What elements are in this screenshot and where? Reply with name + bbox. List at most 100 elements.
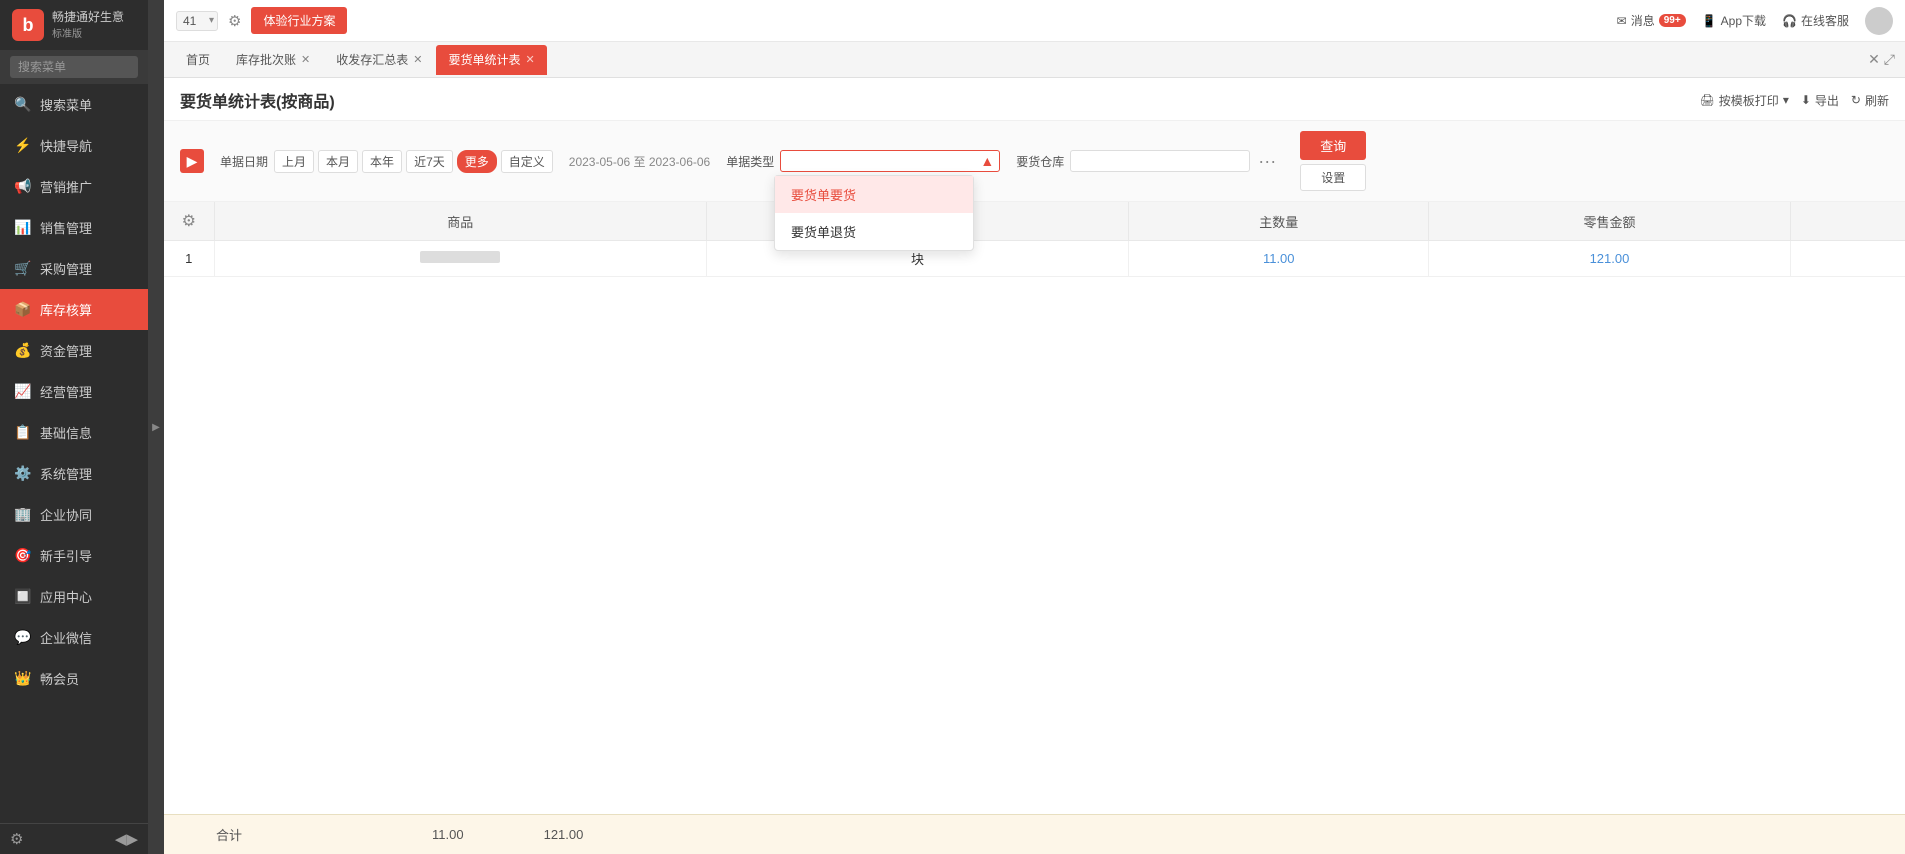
nav-icon-guide: 🎯	[14, 547, 32, 564]
tab-收发存汇总表[interactable]: 收发存汇总表✕	[324, 45, 434, 75]
cell-amount[interactable]: 121.00	[1429, 241, 1790, 277]
sidebar-item-guide[interactable]: 🎯 新手引导	[0, 535, 148, 576]
date-range-display: 2023-05-06 至 2023-06-06	[569, 153, 710, 170]
close-all-icon[interactable]: ✕	[1868, 51, 1880, 68]
tab-close-icon[interactable]: ✕	[301, 53, 310, 66]
sidebar-item-enterprise[interactable]: 🏢 企业协同	[0, 494, 148, 535]
messages-label: 消息	[1631, 12, 1655, 29]
footer-amount-total: 121.00	[494, 827, 584, 842]
sidebar-item-finance[interactable]: 💰 资金管理	[0, 330, 148, 371]
nav-label-quick-nav: 快捷导航	[40, 136, 92, 155]
sidebar-item-wx[interactable]: 💬 企业微信	[0, 617, 148, 658]
print-button[interactable]: 🖨 按模板打印 ▾	[1700, 92, 1789, 109]
tab-label: 要货单统计表	[448, 51, 520, 68]
sidebar-logo: b 畅捷通好生意 标准版	[0, 0, 148, 50]
sidebar-item-search[interactable]: 🔍 搜索菜单	[0, 84, 148, 125]
store-selector[interactable]: 41 ▾	[176, 11, 218, 31]
refresh-button[interactable]: ↻ 刷新	[1851, 92, 1889, 109]
this-year-btn[interactable]: 本年	[362, 150, 402, 173]
collapse-icon[interactable]: ◀▶	[115, 830, 138, 848]
sidebar-item-inventory[interactable]: 📦 库存核算	[0, 289, 148, 330]
sidebar-search-wrapper	[0, 50, 148, 84]
sidebar-item-purchase[interactable]: 🛒 采购管理	[0, 248, 148, 289]
more-dates-btn[interactable]: 更多	[457, 150, 497, 173]
online-service-action[interactable]: 🎧 在线客服	[1782, 12, 1849, 29]
filter-bar: ▶ 单据日期 上月 本月 本年 近7天 更多 自定义 2023-05-06 至 …	[164, 121, 1905, 202]
tab-close-icon[interactable]: ✕	[526, 53, 535, 66]
dropdown-item[interactable]: 要货单要货	[775, 176, 973, 213]
expand-tabs-icon[interactable]: ⤢	[1884, 51, 1895, 68]
sidebar-scroll[interactable]: ▶	[148, 0, 164, 854]
warehouse-label: 要货仓库	[1016, 153, 1064, 170]
nav-label-wx: 企业微信	[40, 628, 92, 647]
tab-close-icon[interactable]: ✕	[413, 53, 422, 66]
nav-label-purchase: 采购管理	[40, 259, 92, 278]
messages-action[interactable]: ✉ 消息 99+	[1617, 12, 1686, 29]
this-month-btn[interactable]: 本月	[318, 150, 358, 173]
sidebar-item-sales[interactable]: 📊 销售管理	[0, 207, 148, 248]
trial-button[interactable]: 体验行业方案	[251, 7, 347, 34]
table-body: 1 块 11.00 121.00	[164, 241, 1905, 277]
tabs-right-controls[interactable]: ✕ ⤢	[1868, 51, 1895, 68]
query-button[interactable]: 查询	[1300, 131, 1366, 160]
nav-label-inventory: 库存核算	[40, 300, 92, 319]
cell-seq: 1	[164, 241, 214, 277]
user-avatar[interactable]	[1865, 7, 1893, 35]
nav-label-marketing: 营销推广	[40, 177, 92, 196]
type-filter-group: 单据类型 ▲	[726, 150, 1000, 172]
sidebar-item-marketing[interactable]: 📢 营销推广	[0, 166, 148, 207]
dropdown-item[interactable]: 要货单退货	[775, 213, 973, 250]
refresh-label: 刷新	[1865, 92, 1889, 109]
col-product-header: 商品	[214, 202, 706, 241]
table-row: 1 块 11.00 121.00	[164, 241, 1905, 277]
sidebar-item-operation[interactable]: 📈 经营管理	[0, 371, 148, 412]
sidebar-nav: 🔍 搜索菜单 ⚡ 快捷导航 📢 营销推广 📊 销售管理 🛒 采购管理 📦 库存核…	[0, 84, 148, 823]
store-select[interactable]: 41	[176, 11, 218, 31]
export-icon: ⬇	[1801, 93, 1811, 107]
phone-icon: 📱	[1702, 14, 1717, 28]
table-footer: 合计 11.00 121.00	[164, 814, 1905, 854]
custom-date-btn[interactable]: 自定义	[501, 150, 553, 173]
last-month-btn[interactable]: 上月	[274, 150, 314, 173]
sidebar-item-member[interactable]: 👑 畅会员	[0, 658, 148, 699]
nav-label-operation: 经营管理	[40, 382, 92, 401]
refresh-icon: ↻	[1851, 93, 1861, 107]
nav-icon-purchase: 🛒	[14, 260, 32, 277]
warehouse-input[interactable]	[1070, 150, 1250, 172]
export-button[interactable]: ⬇ 导出	[1801, 92, 1839, 109]
last-7-days-btn[interactable]: 近7天	[406, 150, 453, 173]
settings-gear-icon[interactable]: ⚙	[228, 12, 241, 30]
print-icon: 🖨	[1700, 93, 1715, 107]
column-settings-icon[interactable]: ⚙	[182, 213, 196, 230]
nav-icon-marketing: 📢	[14, 178, 32, 195]
col-settings-header[interactable]: ⚙	[164, 202, 214, 241]
warehouse-more-icon[interactable]: ···	[1258, 151, 1276, 172]
sidebar-item-basic[interactable]: 📋 基础信息	[0, 412, 148, 453]
type-dropdown-arrow-icon[interactable]: ▲	[980, 153, 994, 169]
headset-icon: 🎧	[1782, 14, 1797, 28]
sidebar-item-app-center[interactable]: 🔲 应用中心	[0, 576, 148, 617]
nav-label-basic: 基础信息	[40, 423, 92, 442]
search-input[interactable]	[10, 56, 138, 78]
page-content: 要货单统计表(按商品) 🖨 按模板打印 ▾ ⬇ 导出 ↻ 刷新 ▶	[164, 78, 1905, 854]
tab-库存批次账[interactable]: 库存批次账✕	[224, 45, 322, 75]
online-service-label: 在线客服	[1801, 12, 1849, 29]
sidebar-item-quick-nav[interactable]: ⚡ 快捷导航	[0, 125, 148, 166]
cell-qty[interactable]: 11.00	[1129, 241, 1429, 277]
type-input[interactable]	[780, 150, 1000, 172]
tab-首页[interactable]: 首页	[174, 45, 222, 75]
settings-icon[interactable]: ⚙	[10, 830, 23, 848]
app-download-action[interactable]: 📱 App下载	[1702, 12, 1766, 29]
nav-label-member: 畅会员	[40, 669, 79, 688]
date-label: 单据日期	[220, 153, 268, 170]
filter-expand-button[interactable]: ▶	[180, 149, 204, 173]
settings-button[interactable]: 设置	[1300, 164, 1366, 191]
sidebar-item-system[interactable]: ⚙️ 系统管理	[0, 453, 148, 494]
nav-icon-sales: 📊	[14, 219, 32, 236]
nav-icon-app-center: 🔲	[14, 588, 32, 605]
nav-icon-operation: 📈	[14, 383, 32, 400]
data-table: ⚙ 商品 主计量单位 主数量 零售金额 1 块 11.00 121.00	[164, 202, 1905, 277]
warehouse-filter-group: 要货仓库 ···	[1016, 150, 1276, 172]
tab-要货单统计表[interactable]: 要货单统计表 ✕	[436, 45, 546, 75]
messages-badge: 99+	[1659, 14, 1686, 27]
